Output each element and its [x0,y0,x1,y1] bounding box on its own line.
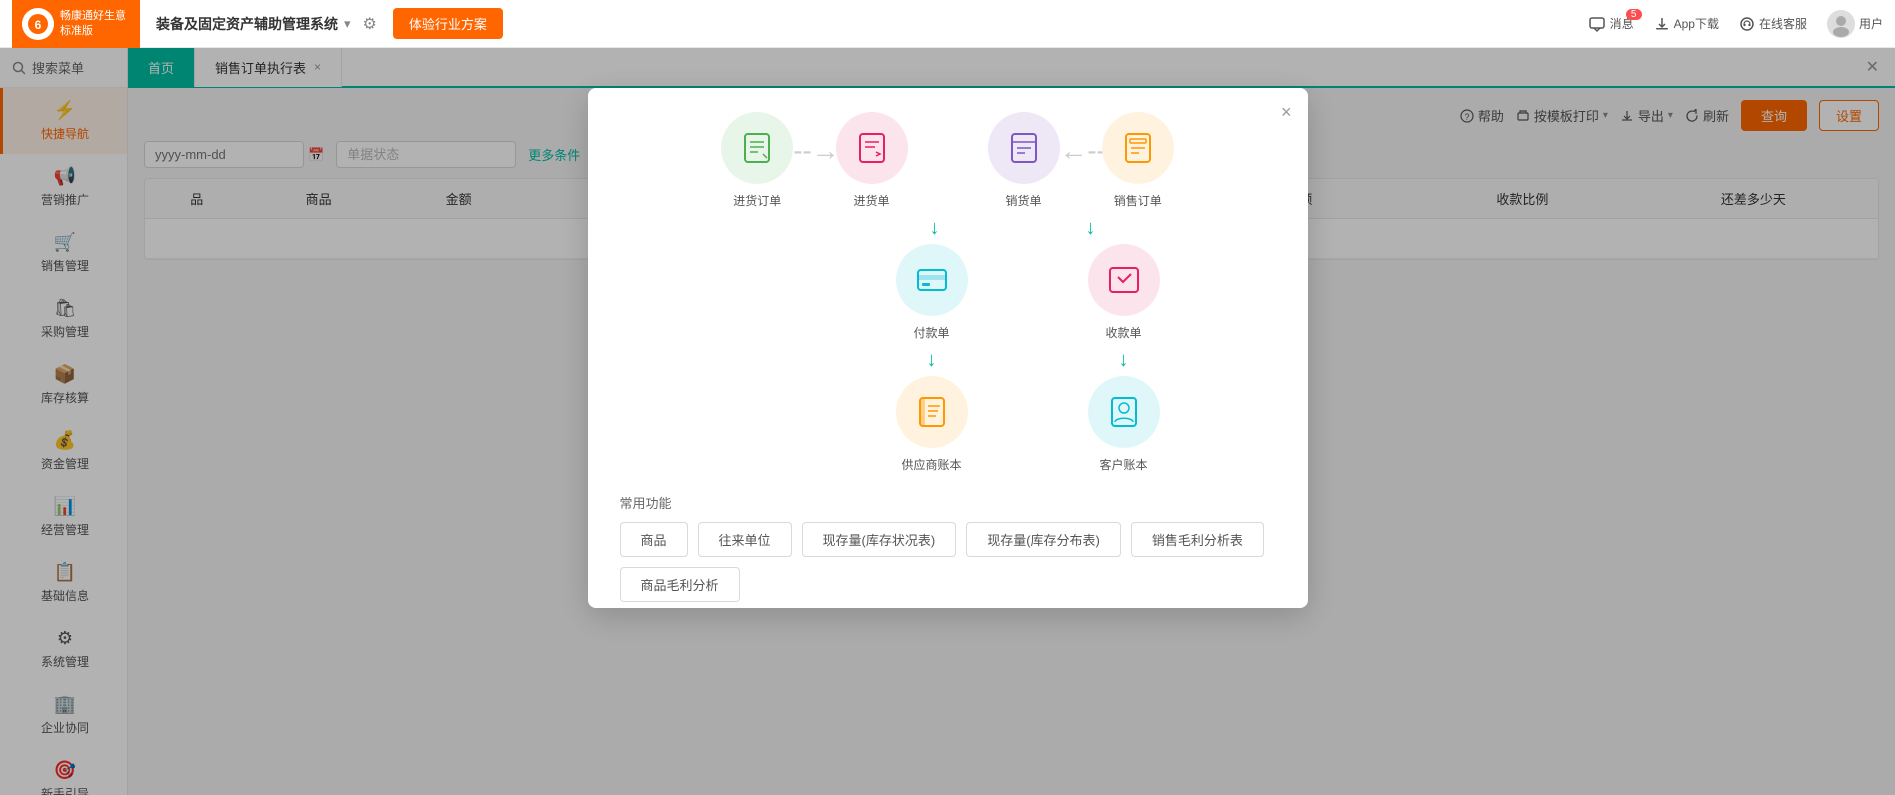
online-service-label: 在线客服 [1759,15,1807,32]
sales-bill-circle [988,112,1060,184]
func-btn-product-gross[interactable]: 商品毛利分析 [620,567,740,602]
online-service-btn[interactable]: 在线客服 [1739,15,1807,32]
flow-dialog: × 进货订单 - - → [588,88,1308,608]
app-download-label: App下载 [1674,15,1719,32]
arrow-down-sales-bill: ↓ [1030,217,1102,240]
logo-icon: 6 [22,8,54,40]
user-label: 用户 [1859,15,1883,32]
arrow-sales-order-to-bill: ← - - [1060,135,1102,187]
sales-order-circle [1102,112,1174,184]
func-btn-partner[interactable]: 往来单位 [698,522,792,557]
message-badge: 5 [1626,9,1642,20]
app-title: 装备及固定资产辅助管理系统 [156,14,338,34]
logo-area: 6 畅康通好生意 标准版 [12,0,140,48]
common-funcs: 常用功能 商品 往来单位 现存量(库存状况表) 现存量(库存分布表) 销售毛利分… [620,493,1276,608]
purchase-bill-label: 进货单 [853,192,889,209]
flow-node-purchase-bill[interactable]: 进货单 [836,112,908,209]
flow-node-supplier-ledger[interactable]: 供应商账本 [896,376,968,473]
arrow-down-purchase-bill: ↓ [794,217,930,240]
payment-circle [896,244,968,316]
flow-node-receipt[interactable]: 收款单 [1088,244,1160,341]
trial-button[interactable]: 体验行业方案 [393,8,503,39]
arrow-down-payment: ↓ [896,349,968,372]
sales-bill-label: 销货单 [1005,192,1041,209]
customer-ledger-circle [1088,376,1160,448]
app-download-btn[interactable]: App下载 [1654,15,1719,32]
settings-icon[interactable]: ⚙ [363,14,377,34]
dialog-overlay[interactable]: × 进货订单 - - → [128,48,1895,795]
receipt-label: 收款单 [1105,324,1141,341]
user-area[interactable]: 用户 [1827,10,1883,38]
func-btn-stock-dist[interactable]: 现存量(库存分布表) [966,522,1121,557]
flow-node-sales-bill[interactable]: 销货单 [988,112,1060,209]
main-layout: 搜索菜单 ⚡ 快捷导航 📢 营销推广 🛒 销售管理 🛍 采购管理 📦 库存核算 … [0,48,1895,795]
supplier-ledger-circle [896,376,968,448]
purchase-bill-circle [836,112,908,184]
title-dropdown-icon[interactable]: ▾ [344,16,351,32]
user-avatar [1827,10,1855,38]
flow-node-customer-ledger[interactable]: 客户账本 [1088,376,1160,473]
dialog-close-btn[interactable]: × [1281,102,1292,123]
content-area: 首页 销售订单执行表 × ✕ ? 帮助 按模板打印 ▾ [128,48,1895,795]
topbar: 6 畅康通好生意 标准版 装备及固定资产辅助管理系统 ▾ ⚙ 体验行业方案 5 … [0,0,1895,48]
topbar-right: 5 消息 App下载 在线客服 用户 [1588,10,1883,38]
receipt-circle [1088,244,1160,316]
func-btn-sales-gross[interactable]: 销售毛利分析表 [1131,522,1264,557]
supplier-ledger-label: 供应商账本 [901,456,961,473]
flow-node-purchase-order[interactable]: 进货订单 [721,112,793,209]
arrow-purchase-to-bill: - - → [793,135,835,187]
func-buttons-row: 商品 往来单位 现存量(库存状况表) 现存量(库存分布表) 销售毛利分析表 商品… [620,522,1276,602]
flow-node-payment[interactable]: 付款单 [896,244,968,341]
arrow-down-receipt: ↓ [1088,349,1160,372]
flow-node-sales-order[interactable]: 销售订单 [1102,112,1174,209]
svg-text:6: 6 [35,18,42,32]
sales-order-node-label: 销售订单 [1114,192,1162,209]
common-funcs-title: 常用功能 [620,493,1276,512]
customer-ledger-label: 客户账本 [1099,456,1147,473]
func-btn-stock-status[interactable]: 现存量(库存状况表) [802,522,957,557]
purchase-order-circle [721,112,793,184]
logo-text: 畅康通好生意 标准版 [60,9,126,38]
payment-label: 付款单 [913,324,949,341]
purchase-order-label: 进货订单 [733,192,781,209]
message-btn[interactable]: 5 消息 [1588,15,1634,33]
func-btn-product[interactable]: 商品 [620,522,688,557]
